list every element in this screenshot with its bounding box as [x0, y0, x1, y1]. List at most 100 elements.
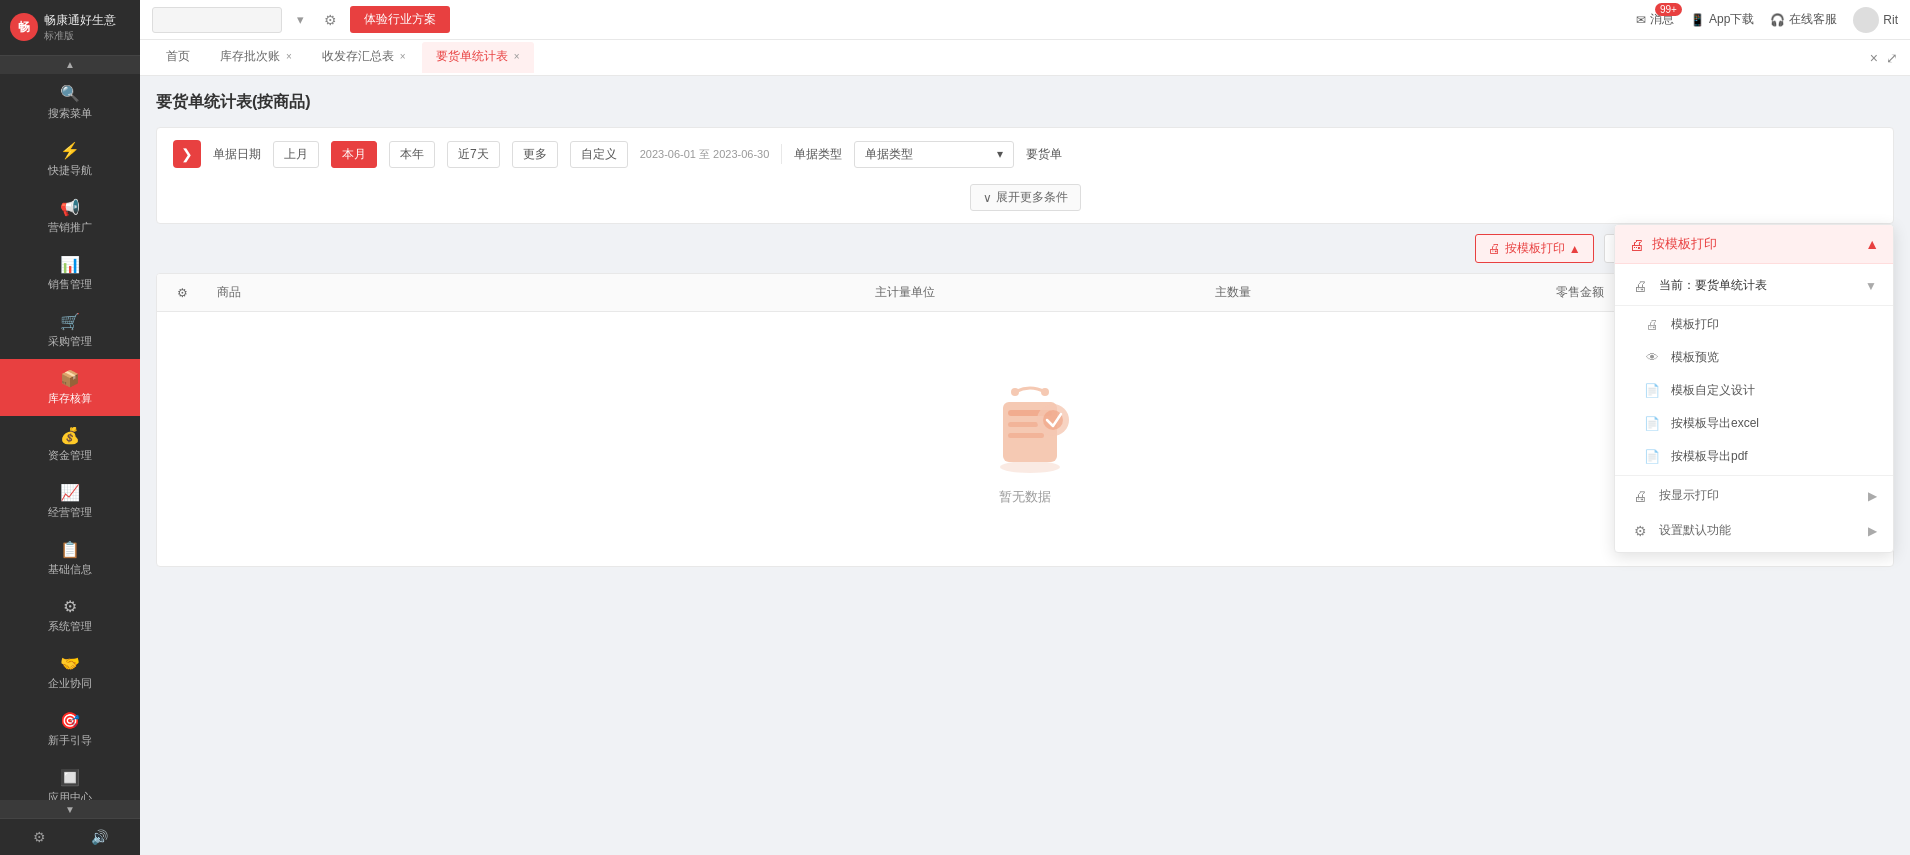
marketing-icon: 📢: [60, 198, 80, 217]
sidebar-scroll-down[interactable]: ▼: [0, 800, 140, 818]
current-expand-icon: ▼: [1865, 279, 1877, 293]
sidebar-label-finance: 资金管理: [48, 448, 92, 463]
sidebar-item-inventory[interactable]: 📦 库存核算: [0, 359, 140, 416]
message-icon: ✉: [1636, 13, 1646, 27]
date-last-month[interactable]: 上月: [273, 141, 319, 168]
tab-home[interactable]: 首页: [152, 42, 204, 73]
tab-order[interactable]: 要货单统计表 ×: [422, 42, 534, 73]
window-expand-btn[interactable]: ⤢: [1886, 50, 1898, 66]
sidebar-item-sales[interactable]: 📊 销售管理: [0, 245, 140, 302]
volume-icon[interactable]: 🔊: [91, 829, 108, 845]
template-pdf-label: 按模板导出pdf: [1671, 448, 1748, 465]
appstore-icon: 🔲: [60, 768, 80, 787]
template-preview-icon: 👁: [1643, 350, 1661, 365]
svg-point-0: [1000, 461, 1060, 473]
sidebar-label-purchase: 采购管理: [48, 334, 92, 349]
user-avatar-btn[interactable]: Rit: [1853, 7, 1898, 33]
order-type-select[interactable]: 单据类型 ▾: [854, 141, 1014, 168]
content-area: 要货单统计表(按商品) ❯ 单据日期 上月 本月 本年 近7天 更多 自定义 2…: [140, 76, 1910, 855]
dropdown-collapse-btn[interactable]: ▲: [1865, 236, 1879, 252]
sidebar-logo: 畅 畅康通好生意 标准版: [0, 0, 140, 56]
dropdown-item-template-pdf[interactable]: 📄 按模板导出pdf: [1615, 440, 1893, 473]
trial-btn[interactable]: 体验行业方案: [350, 6, 450, 33]
sidebar-item-finance[interactable]: 💰 资金管理: [0, 416, 140, 473]
print-icon: 🖨: [1488, 241, 1501, 256]
date-this-year[interactable]: 本年: [389, 141, 435, 168]
template-pdf-icon: 📄: [1643, 449, 1661, 464]
sidebar-nav: 🔍 搜索菜单 ⚡ 快捷导航 📢 营销推广 📊 销售管理 🛒 采购管理 📦 库存核…: [0, 74, 140, 800]
dropdown-item-template-design[interactable]: 📄 模板自定义设计: [1615, 374, 1893, 407]
tab-receipt-close[interactable]: ×: [400, 51, 406, 62]
empty-text: 暂无数据: [999, 488, 1051, 506]
newguide-icon: 🎯: [60, 711, 80, 730]
tab-receipt[interactable]: 收发存汇总表 ×: [308, 42, 420, 73]
sidebar: 畅 畅康通好生意 标准版 ▲ 🔍 搜索菜单 ⚡ 快捷导航 📢 营销推广 📊 销售…: [0, 0, 140, 855]
sidebar-item-search[interactable]: 🔍 搜索菜单: [0, 74, 140, 131]
date-more[interactable]: 更多: [512, 141, 558, 168]
sidebar-item-shortcut[interactable]: ⚡ 快捷导航: [0, 131, 140, 188]
filter-expand-btn[interactable]: ❯: [173, 140, 201, 168]
tab-order-close[interactable]: ×: [514, 51, 520, 62]
sidebar-item-system[interactable]: ⚙ 系统管理: [0, 587, 140, 644]
dropdown-item-default-func[interactable]: ⚙ 设置默认功能 ▶: [1615, 513, 1893, 548]
template-preview-label: 模板预览: [1671, 349, 1719, 366]
date-this-month[interactable]: 本月: [331, 141, 377, 168]
template-design-icon: 📄: [1643, 383, 1661, 398]
sidebar-label-basic: 基础信息: [48, 562, 92, 577]
sidebar-item-newguide[interactable]: 🎯 新手引导: [0, 701, 140, 758]
filter-bar: ❯ 单据日期 上月 本月 本年 近7天 更多 自定义 2023-06-01 至 …: [156, 127, 1894, 224]
current-item-icon: 🖨: [1631, 278, 1649, 294]
date-7days[interactable]: 近7天: [447, 141, 500, 168]
tab-receipt-label: 收发存汇总表: [322, 48, 394, 65]
tab-batch-close[interactable]: ×: [286, 51, 292, 62]
template-print-icon: 🖨: [1643, 317, 1661, 332]
logo-title: 畅康通好生意: [44, 12, 116, 29]
order-type-label: 单据类型: [794, 146, 842, 163]
dropdown-item-current[interactable]: 🖨 当前：要货单统计表 ▼: [1615, 268, 1893, 303]
dropdown-item-template-print[interactable]: 🖨 模板打印: [1615, 308, 1893, 341]
dropdown-item-template-preview[interactable]: 👁 模板预览: [1615, 341, 1893, 374]
table-col-gear[interactable]: ⚙: [165, 276, 205, 310]
default-func-icon: ⚙: [1631, 523, 1649, 539]
sidebar-label-system: 系统管理: [48, 619, 92, 634]
message-btn[interactable]: ✉ 消息 99+: [1636, 11, 1674, 28]
default-func-label: 设置默认功能: [1659, 522, 1731, 539]
window-close-btn[interactable]: ×: [1870, 50, 1878, 66]
window-buttons: × ⤢: [1870, 50, 1898, 66]
sidebar-bottom: ⚙ 🔊: [0, 818, 140, 855]
display-print-icon: 🖨: [1631, 488, 1649, 504]
gear-btn[interactable]: ⚙: [318, 8, 342, 32]
sidebar-item-enterprise[interactable]: 🤝 企业协同: [0, 644, 140, 701]
sidebar-label-operation: 经营管理: [48, 505, 92, 520]
sidebar-label-sales: 销售管理: [48, 277, 92, 292]
tab-batch[interactable]: 库存批次账 ×: [206, 42, 306, 73]
dropdown-item-display-print[interactable]: 🖨 按显示打印 ▶: [1615, 478, 1893, 513]
username: Rit: [1883, 13, 1898, 27]
order-type-chevron: ▾: [997, 147, 1003, 161]
sidebar-label-marketing: 营销推广: [48, 220, 92, 235]
svg-rect-4: [1008, 433, 1044, 438]
sidebar-item-marketing[interactable]: 📢 营销推广: [0, 188, 140, 245]
dropdown-item-template-excel[interactable]: 📄 按模板导出excel: [1615, 407, 1893, 440]
sidebar-scroll-up[interactable]: ▲: [0, 56, 140, 74]
expand-more-btn[interactable]: ∨ 展开更多条件: [970, 184, 1081, 211]
service-icon: 🎧: [1770, 13, 1785, 27]
svg-point-8: [1041, 388, 1049, 396]
sidebar-item-appstore[interactable]: 🔲 应用中心: [0, 758, 140, 800]
logo-icon: 畅: [10, 13, 38, 41]
app-download-btn[interactable]: 📱 App下载: [1690, 11, 1754, 28]
settings-icon[interactable]: ⚙: [33, 829, 46, 845]
dropdown-title: 按模板打印: [1652, 235, 1717, 253]
empty-illustration: [975, 372, 1075, 472]
search-dropdown-btn[interactable]: ▾: [290, 10, 310, 30]
logo-subtitle: 标准版: [44, 29, 116, 43]
sidebar-item-basic[interactable]: 📋 基础信息: [0, 530, 140, 587]
print-dropdown-btn[interactable]: 🖨 按模板打印 ▲: [1475, 234, 1594, 263]
sidebar-item-purchase[interactable]: 🛒 采购管理: [0, 302, 140, 359]
table-col-unit: 主计量单位: [863, 274, 1204, 311]
service-btn[interactable]: 🎧 在线客服: [1770, 11, 1837, 28]
date-custom[interactable]: 自定义: [570, 141, 628, 168]
search-input[interactable]: [152, 7, 282, 33]
dropdown-print-icon: 🖨: [1629, 236, 1644, 253]
sidebar-item-operation[interactable]: 📈 经营管理: [0, 473, 140, 530]
